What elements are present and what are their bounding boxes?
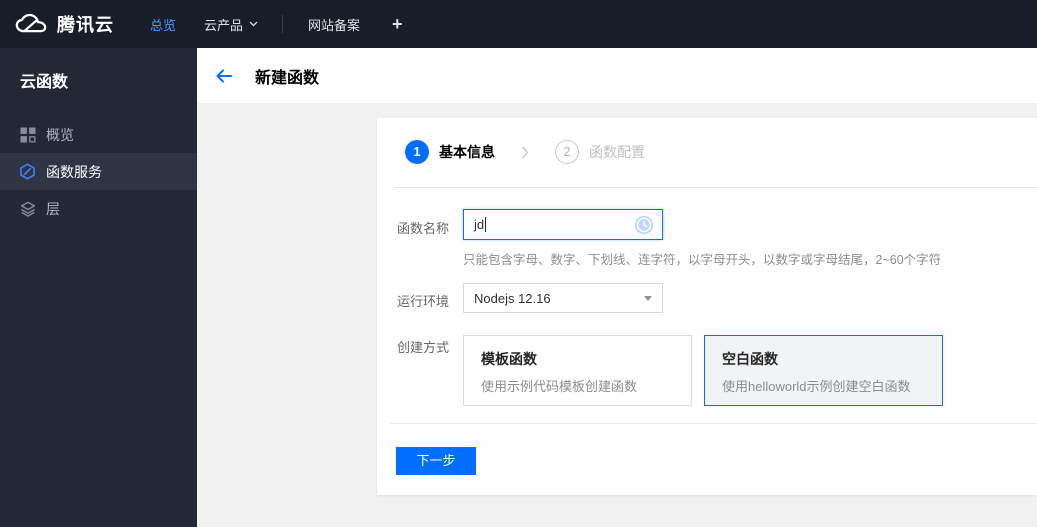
clock-pending-icon — [634, 215, 654, 235]
function-service-icon — [19, 163, 36, 180]
nav-item-overview[interactable]: 总览 — [150, 15, 176, 34]
chevron-down-icon — [249, 21, 258, 27]
page-title: 新建函数 — [255, 69, 320, 87]
brand-name: 腾讯云 — [57, 15, 114, 35]
sidebar-item-label: 概览 — [46, 126, 74, 143]
method-option-blank[interactable]: 空白函数 使用helloworld示例创建空白函数 — [704, 335, 943, 406]
top-navbar: 腾讯云 总览 云产品 网站备案 + — [0, 0, 1037, 48]
sidebar-item-function-service[interactable]: 函数服务 — [0, 153, 197, 190]
text-cursor — [485, 217, 487, 232]
method-option-title: 模板函数 — [481, 351, 537, 367]
app-window: 腾讯云 总览 云产品 网站备案 + 云函数 概览 函数服务 层 新建函数 1 基… — [0, 0, 1037, 527]
sidebar-item-overview[interactable]: 概览 — [0, 116, 197, 153]
step-2-label: 函数配置 — [589, 144, 645, 160]
page-header: 新建函数 — [197, 48, 1037, 103]
function-name-help: 只能包含字母、数字、下划线、连字符，以字母开头，以数字或字母结尾，2~60个字符 — [463, 253, 942, 267]
sidebar-title: 云函数 — [20, 74, 69, 91]
sidebar: 云函数 概览 函数服务 层 — [0, 48, 197, 527]
creation-method-label: 创建方式 — [397, 340, 450, 355]
create-function-card: 1 基本信息 2 函数配置 函数名称 jd 只能包含字母、数字、下划线、连字符，… — [377, 118, 1037, 495]
nav-item-products-label: 云产品 — [204, 17, 244, 33]
nav-add-tab-button[interactable]: + — [392, 15, 403, 33]
nav-divider — [282, 15, 284, 33]
nav-item-beian[interactable]: 网站备案 — [308, 15, 360, 34]
runtime-selected-value: Nodejs 12.16 — [474, 290, 551, 306]
dropdown-caret-icon — [644, 295, 652, 301]
method-option-title: 空白函数 — [722, 351, 778, 367]
grid-icon — [19, 126, 36, 143]
steps-divider — [394, 187, 1037, 188]
next-step-button[interactable]: 下一步 — [396, 447, 476, 475]
nav-item-products[interactable]: 云产品 — [204, 15, 258, 34]
sidebar-item-layers[interactable]: 层 — [0, 190, 197, 227]
step-2-circle: 2 — [555, 140, 579, 164]
sidebar-item-label: 函数服务 — [46, 163, 102, 180]
wizard-steps: 1 基本信息 2 函数配置 — [405, 138, 645, 166]
function-name-label: 函数名称 — [397, 221, 450, 236]
function-name-value: jd — [474, 217, 485, 232]
runtime-label: 运行环境 — [397, 294, 450, 309]
tencent-cloud-logo-icon — [15, 13, 47, 33]
sidebar-item-label: 层 — [46, 200, 60, 217]
method-option-desc: 使用helloworld示例创建空白函数 — [722, 379, 911, 394]
runtime-select[interactable]: Nodejs 12.16 — [463, 283, 663, 313]
step-1-label: 基本信息 — [439, 144, 495, 160]
step-chevron-icon — [521, 145, 529, 159]
method-option-desc: 使用示例代码模板创建函数 — [481, 379, 638, 394]
method-option-template[interactable]: 模板函数 使用示例代码模板创建函数 — [463, 335, 692, 406]
layers-icon — [19, 200, 36, 217]
function-name-input[interactable]: jd — [463, 209, 663, 240]
tencent-cloud-logo[interactable]: 腾讯云 — [14, 11, 114, 37]
step-1-circle: 1 — [405, 140, 429, 164]
footer-divider — [390, 423, 1037, 424]
back-button[interactable] — [215, 69, 233, 83]
back-arrow-icon — [216, 69, 232, 82]
